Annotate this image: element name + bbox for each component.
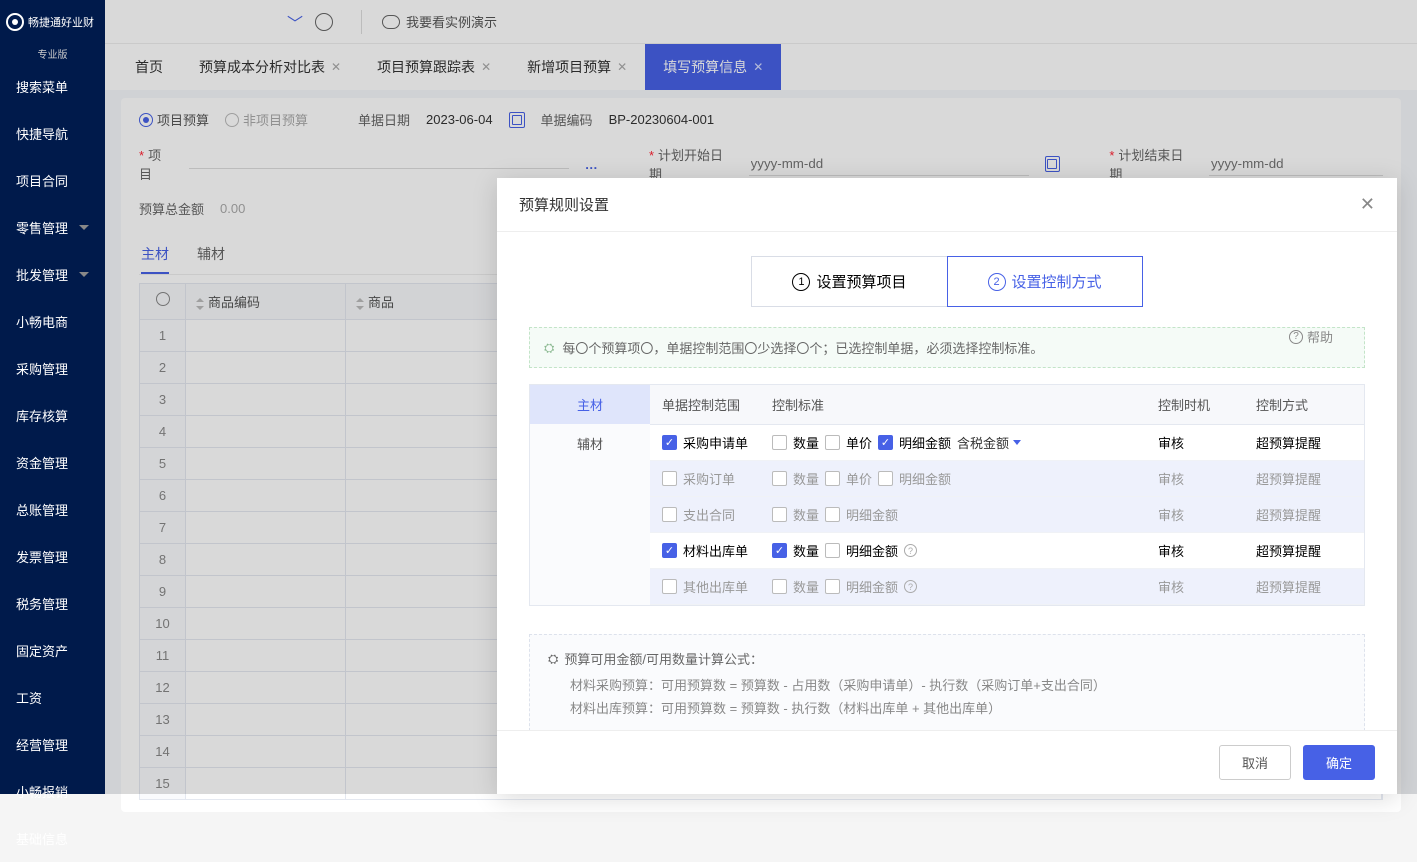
modal-tab-2[interactable]: 2设置控制方式 xyxy=(947,256,1143,307)
checkbox[interactable] xyxy=(825,471,840,486)
bulb-icon: ⛭ xyxy=(544,340,554,356)
rule-area: 主材 辅材 单据控制范围 控制标准 控制时机 控制方式 采购申请单数量单价明细金… xyxy=(529,384,1365,606)
sidebar-item[interactable]: 快捷导航 xyxy=(0,110,105,157)
rt-head-timing: 控制时机 xyxy=(1146,385,1244,424)
logo: 畅捷通好业财 xyxy=(0,0,105,44)
checkbox[interactable] xyxy=(662,579,677,594)
rule-side-main[interactable]: 主材 xyxy=(530,385,650,424)
info-icon[interactable]: ? xyxy=(904,580,917,593)
sidebar-item[interactable]: 工资 xyxy=(0,674,105,721)
rule-row: 支出合同数量明细金额审核超预算提醒 xyxy=(650,497,1364,533)
chevron-down-icon xyxy=(1013,440,1021,445)
checkbox[interactable] xyxy=(772,507,787,522)
logo-icon xyxy=(6,13,24,31)
modal-title: 预算规则设置 xyxy=(519,194,609,215)
checkbox[interactable] xyxy=(825,435,840,450)
sidebar-item[interactable]: 资金管理 xyxy=(0,439,105,486)
rule-row: 材料出库单数量明细金额?审核超预算提醒 xyxy=(650,533,1364,569)
tax-select[interactable]: 含税金额 xyxy=(957,433,1021,452)
sidebar-item[interactable]: 税务管理 xyxy=(0,580,105,627)
sidebar-item[interactable]: 零售管理 xyxy=(0,204,105,251)
checkbox[interactable] xyxy=(772,435,787,450)
sidebar-item[interactable]: 经营管理 xyxy=(0,721,105,768)
sidebar-item[interactable]: 批发管理 xyxy=(0,251,105,298)
checkbox[interactable] xyxy=(662,543,677,558)
bulb-icon: ⛭ xyxy=(548,651,558,667)
chevron-down-icon xyxy=(79,272,89,277)
edition-label: 专业版 xyxy=(0,44,105,63)
sidebar-item[interactable]: 项目合同 xyxy=(0,157,105,204)
modal-tab-1[interactable]: 1设置预算项目 xyxy=(751,256,946,307)
sidebar-item[interactable]: 固定资产 xyxy=(0,627,105,674)
modal-budget-rule: 预算规则设置 ✕ 1设置预算项目 2设置控制方式 ?帮助 ⛭ 每〇个预算项〇，单… xyxy=(497,178,1397,794)
checkbox[interactable] xyxy=(825,507,840,522)
rt-head-scope: 单据控制范围 xyxy=(650,385,760,424)
brand-name: 畅捷通好业财 xyxy=(28,14,94,30)
sidebar-item[interactable]: 搜索菜单 xyxy=(0,63,105,110)
close-icon[interactable]: ✕ xyxy=(1360,194,1375,215)
sidebar-item[interactable]: 发票管理 xyxy=(0,533,105,580)
sidebar: 畅捷通好业财 专业版 搜索菜单快捷导航项目合同零售管理批发管理小畅电商采购管理库… xyxy=(0,0,105,794)
hint-text: 每〇个预算项〇，单据控制范围〇少选择〇个；已选控制单据，必须选择控制标准。 xyxy=(562,338,1043,357)
rule-table: 单据控制范围 控制标准 控制时机 控制方式 采购申请单数量单价明细金额含税金额 … xyxy=(650,385,1364,605)
checkbox[interactable] xyxy=(878,435,893,450)
checkbox[interactable] xyxy=(662,435,677,450)
cancel-button[interactable]: 取消 xyxy=(1219,745,1291,780)
formula-line-2: 材料出库预算：可用预算数 = 预算数 - 执行数（材料出库单 + 其他出库单） xyxy=(570,697,1346,720)
sidebar-item[interactable]: 基础信息 xyxy=(0,815,105,862)
rule-row: 采购订单数量单价明细金额审核超预算提醒 xyxy=(650,461,1364,497)
sidebar-item[interactable]: 小畅电商 xyxy=(0,298,105,345)
formula-line-1: 材料采购预算：可用预算数 = 预算数 - 占用数（采购申请单）- 执行数（采购订… xyxy=(570,674,1346,697)
rt-head-std: 控制标准 xyxy=(760,385,1146,424)
chevron-down-icon xyxy=(79,225,89,230)
rt-head-mode: 控制方式 xyxy=(1244,385,1364,424)
formula-box: ⛭预算可用金额/可用数量计算公式： 材料采购预算：可用预算数 = 预算数 - 占… xyxy=(529,634,1365,730)
checkbox[interactable] xyxy=(772,543,787,558)
sidebar-item[interactable]: 小畅报销 xyxy=(0,768,105,815)
hint-box: ⛭ 每〇个预算项〇，单据控制范围〇少选择〇个；已选控制单据，必须选择控制标准。 xyxy=(529,327,1365,368)
checkbox[interactable] xyxy=(772,471,787,486)
checkbox[interactable] xyxy=(662,471,677,486)
modal-footer: 取消 确定 xyxy=(497,730,1397,794)
checkbox[interactable] xyxy=(825,579,840,594)
rule-side: 主材 辅材 xyxy=(530,385,650,605)
sidebar-items: 搜索菜单快捷导航项目合同零售管理批发管理小畅电商采购管理库存核算资金管理总账管理… xyxy=(0,63,105,862)
modal-header: 预算规则设置 ✕ xyxy=(497,178,1397,232)
info-icon[interactable]: ? xyxy=(904,544,917,557)
checkbox[interactable] xyxy=(772,579,787,594)
checkbox[interactable] xyxy=(825,543,840,558)
rule-row: 采购申请单数量单价明细金额含税金额 审核超预算提醒 xyxy=(650,425,1364,461)
rule-row: 其他出库单数量明细金额?审核超预算提醒 xyxy=(650,569,1364,605)
checkbox[interactable] xyxy=(662,507,677,522)
modal-tabs: 1设置预算项目 2设置控制方式 xyxy=(529,256,1365,307)
sidebar-item[interactable]: 库存核算 xyxy=(0,392,105,439)
sidebar-item[interactable]: 采购管理 xyxy=(0,345,105,392)
checkbox[interactable] xyxy=(878,471,893,486)
sidebar-item[interactable]: 总账管理 xyxy=(0,486,105,533)
ok-button[interactable]: 确定 xyxy=(1303,745,1375,780)
help-link[interactable]: ?帮助 xyxy=(1289,327,1333,346)
modal-body: 1设置预算项目 2设置控制方式 ?帮助 ⛭ 每〇个预算项〇，单据控制范围〇少选择… xyxy=(497,232,1397,730)
rule-side-aux[interactable]: 辅材 xyxy=(530,424,650,463)
